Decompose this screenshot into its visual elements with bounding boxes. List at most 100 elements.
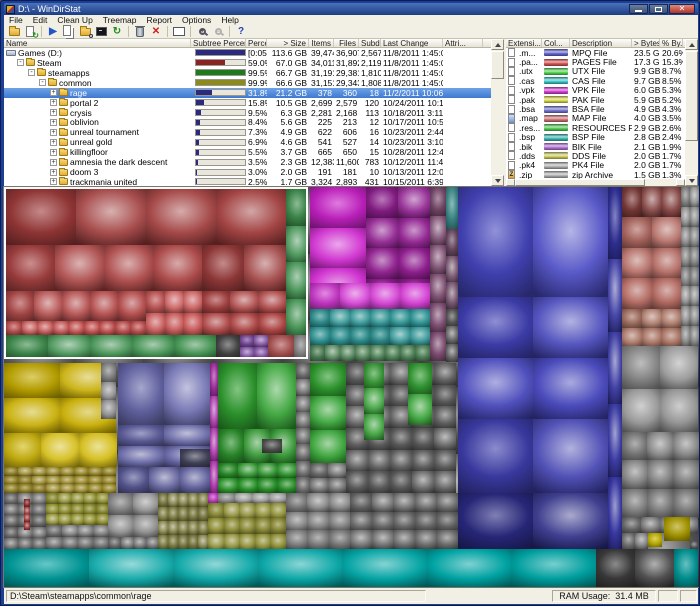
treemap-cell[interactable]: [277, 478, 297, 493]
treemap-rect[interactable]: [458, 419, 608, 493]
treemap-cell[interactable]: [434, 385, 456, 407]
treemap-cell[interactable]: [446, 344, 458, 362]
treemap-cell[interactable]: [270, 534, 286, 550]
treemap-cell[interactable]: [660, 346, 698, 389]
menu-report[interactable]: Report: [142, 15, 178, 25]
treemap-rect[interactable]: [262, 439, 282, 453]
treemap-cell[interactable]: [108, 493, 133, 515]
ext-row-utx[interactable]: .utxUTX File9.9 GB8.7%: [506, 67, 685, 76]
treemap-frame-button[interactable]: [171, 25, 187, 38]
treemap-cell[interactable]: [46, 525, 62, 537]
treemap-cell[interactable]: [165, 313, 184, 335]
treemap-rect[interactable]: [622, 533, 648, 549]
treemap-rect[interactable]: [202, 291, 286, 335]
treemap-cell[interactable]: [62, 537, 78, 549]
treemap-cell[interactable]: [690, 247, 699, 267]
treemap-cell[interactable]: [74, 476, 88, 485]
treemap-cell[interactable]: [18, 476, 32, 485]
treemap-cell[interactable]: [216, 335, 240, 359]
treemap-cell[interactable]: [258, 291, 286, 313]
treemap-rect[interactable]: [622, 432, 698, 517]
treemap-view[interactable]: [3, 186, 699, 588]
treemap-cell[interactable]: [4, 433, 42, 467]
treemap-cell[interactable]: [328, 478, 346, 493]
refresh-all-button[interactable]: ↻: [22, 25, 38, 38]
collapse-minus-icon[interactable]: -: [17, 59, 24, 66]
refresh-selected-button[interactable]: ↻: [109, 25, 125, 38]
treemap-rect[interactable]: [210, 363, 218, 493]
treemap-cell[interactable]: [296, 363, 310, 380]
treemap-cell[interactable]: [240, 335, 254, 347]
treemap-cell[interactable]: [325, 345, 340, 361]
treemap-cell[interactable]: [368, 450, 390, 472]
treemap-cell[interactable]: [434, 406, 456, 428]
treemap-cell[interactable]: [46, 476, 60, 485]
treemap-cell[interactable]: [647, 432, 673, 461]
treemap-cell[interactable]: [239, 503, 255, 519]
treemap-cell[interactable]: [68, 321, 84, 335]
treemap-cell[interactable]: [370, 327, 390, 345]
treemap-rect[interactable]: [622, 309, 681, 346]
ext-column-header-description[interactable]: Description: [570, 39, 632, 47]
treemap-rect[interactable]: [146, 291, 202, 335]
treemap-cell[interactable]: [533, 297, 608, 358]
treemap-cell[interactable]: [254, 335, 268, 347]
ext-row-bsa[interactable]: .bsaBSA File4.9 GB4.3%: [506, 104, 685, 113]
treemap-rect[interactable]: [216, 335, 240, 359]
treemap-cell[interactable]: [84, 321, 100, 335]
treemap-cell[interactable]: [62, 291, 90, 321]
treemap-cell[interactable]: [88, 467, 102, 476]
treemap-cell[interactable]: [93, 525, 109, 537]
treemap-cell[interactable]: [58, 504, 71, 515]
treemap-cell[interactable]: [296, 428, 310, 445]
treemap-cell[interactable]: [102, 476, 116, 485]
treemap-cell[interactable]: [434, 471, 456, 493]
treemap-cell[interactable]: [412, 471, 434, 493]
treemap-cell[interactable]: [366, 248, 398, 279]
treemap-cell[interactable]: [101, 400, 116, 419]
treemap-cell[interactable]: [310, 187, 366, 228]
treemap-cell[interactable]: [430, 303, 446, 332]
treemap-cell[interactable]: [46, 484, 60, 493]
treemap-cell[interactable]: [533, 419, 608, 493]
treemap-cell[interactable]: [41, 433, 79, 467]
treemap-rect[interactable]: [218, 363, 296, 429]
treemap-rect[interactable]: [4, 467, 116, 493]
treemap-cell[interactable]: [270, 518, 286, 534]
treemap-rect[interactable]: [648, 533, 662, 547]
expand-plus-icon[interactable]: +: [50, 139, 57, 146]
treemap-rect[interactable]: [4, 363, 116, 433]
treemap-rect[interactable]: [286, 189, 308, 335]
treemap-cell[interactable]: [89, 549, 174, 587]
treemap-cell[interactable]: [690, 326, 699, 346]
menu-file[interactable]: File: [4, 15, 28, 25]
treemap-cell[interactable]: [458, 419, 533, 493]
treemap-cell[interactable]: [53, 321, 69, 335]
tree-row-rage[interactable]: +rage31.8%21.2 GB3783601811/2/2011 10:06…: [4, 88, 491, 98]
expand-plus-icon[interactable]: +: [50, 119, 57, 126]
scroll-up-button[interactable]: [491, 39, 504, 50]
treemap-cell[interactable]: [118, 363, 164, 425]
treemap-cell[interactable]: [55, 245, 104, 291]
treemap-cell[interactable]: [296, 461, 310, 478]
treemap-cell[interactable]: [398, 218, 430, 249]
tree-row-portal-2[interactable]: +portal 215.8%10.5 GB2,6992,57912010/24/…: [4, 98, 491, 108]
treemap-cell[interactable]: [4, 515, 18, 527]
collapse-minus-icon[interactable]: -: [28, 69, 35, 76]
treemap-cell[interactable]: [208, 503, 224, 519]
treemap-cell[interactable]: [183, 291, 202, 313]
treemap-cell[interactable]: [269, 493, 286, 503]
title-bar[interactable]: D:\ - WinDirStat ✕: [4, 3, 698, 15]
ext-vertical-scrollbar[interactable]: [685, 39, 698, 186]
treemap-cell[interactable]: [652, 217, 682, 248]
treemap-cell[interactable]: [240, 347, 254, 359]
treemap-cell[interactable]: [310, 309, 330, 327]
ext-row-res[interactable]: .res...RESOURCES File2.9 GB2.6%: [506, 123, 685, 132]
treemap-cell[interactable]: [238, 463, 258, 478]
treemap-rect[interactable]: [6, 245, 202, 291]
treemap-cell[interactable]: [6, 335, 48, 359]
treemap-cell[interactable]: [310, 283, 340, 309]
treemap-cell[interactable]: [146, 189, 216, 245]
treemap-rect[interactable]: [674, 549, 698, 587]
treemap-cell[interactable]: [400, 345, 415, 361]
